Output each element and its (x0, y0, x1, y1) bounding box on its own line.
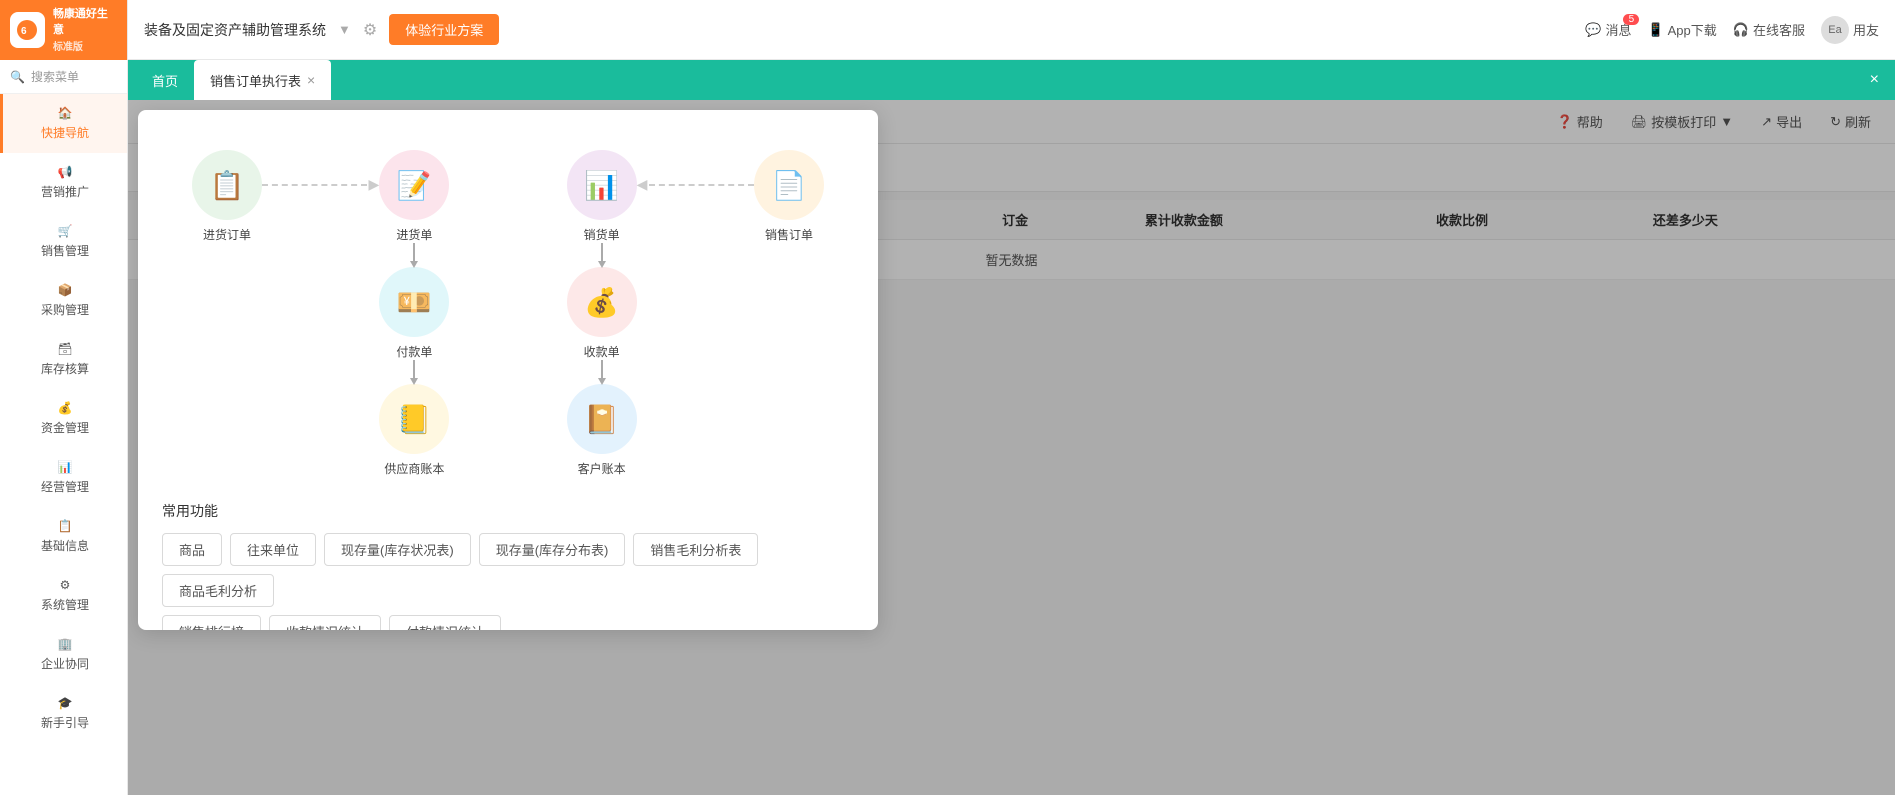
sidebar-item-sales[interactable]: 🛒 销售管理 (0, 212, 127, 271)
func-btn-goods-margin[interactable]: 商品毛利分析 (162, 574, 274, 607)
newbie-icon: 🎓 (58, 696, 73, 710)
svg-text:6: 6 (21, 26, 27, 37)
func-btn-payment-stats[interactable]: 付款情况统计 (389, 615, 501, 630)
operations-icon: 📊 (58, 460, 73, 474)
content-area: ❓ 帮助 🖨 按模板打印 ▼ ↗ 导出 ↻ 刷新 📅 单据状态 ▼ (128, 100, 1895, 795)
app-download-action[interactable]: 📱 App下载 (1647, 20, 1716, 39)
topbar: 装备及固定资产辅助管理系统 ▼ ⚙ 体验行业方案 💬 消息 5 📱 App下载 … (128, 0, 1895, 60)
flow-node-receipt[interactable]: 💰 收款单 (567, 267, 637, 360)
system-title: 装备及固定资产辅助管理系统 (144, 20, 326, 40)
sale-order-circle[interactable]: 📄 (754, 150, 824, 220)
inventory-icon: 🗃 (57, 342, 72, 356)
phone-icon: 📱 (1647, 22, 1663, 38)
sidebar-item-inventory[interactable]: 🗃 库存核算 (0, 330, 127, 389)
avatar: Ea (1821, 16, 1849, 44)
func-btn-receipt-stats[interactable]: 收款情况统计 (269, 615, 381, 630)
func-btn-counterpart[interactable]: 往来单位 (230, 533, 316, 566)
common-functions-section: 常用功能 商品 往来单位 现存量(库存状况表) 现存量(库存分布表) 销售毛利分… (162, 501, 854, 630)
message-badge: 5 (1623, 14, 1639, 25)
purchase-order-label: 进货订单 (203, 226, 251, 243)
home-icon: 🏠 (58, 106, 73, 120)
customer-ledger-label: 客户账本 (578, 460, 626, 477)
topbar-actions: 💬 消息 5 📱 App下载 🎧 在线客服 Ea 用友 (1585, 16, 1879, 44)
tab-sales-execution[interactable]: 销售订单执行表 × (194, 60, 331, 100)
message-icon: 💬 (1585, 22, 1601, 38)
marketing-icon: 📢 (58, 165, 73, 179)
flow-node-sale-order[interactable]: 📄 销售订单 (754, 150, 824, 243)
purchase-icon: 📦 (58, 283, 73, 297)
purchase-order-circle[interactable]: 📋 (192, 150, 262, 220)
func-btn-inventory-distribution[interactable]: 现存量(库存分布表) (479, 533, 626, 566)
overlay-backdrop[interactable]: 📋 进货订单 ▶ 📝 (128, 100, 1895, 795)
sidebar-item-newbie[interactable]: 🎓 新手引导 (0, 684, 127, 743)
search-icon: 🔍 (10, 70, 25, 84)
sidebar-item-operations[interactable]: 📊 经营管理 (0, 448, 127, 507)
func-buttons-row1: 商品 往来单位 现存量(库存状况表) 现存量(库存分布表) 销售毛利分析表 商品… (162, 533, 854, 607)
sidebar-nav: 🏠 快捷导航 📢 营销推广 🛒 销售管理 📦 采购管理 🗃 库存核算 💰 资金管… (0, 94, 127, 795)
supplier-ledger-label: 供应商账本 (384, 460, 444, 477)
tab-close-icon[interactable]: × (307, 72, 315, 88)
flow-node-purchase-order[interactable]: 📋 进货订单 (192, 150, 262, 243)
quick-guide-panel: 📋 进货订单 ▶ 📝 (138, 110, 878, 630)
dropdown-icon[interactable]: ▼ (338, 22, 351, 37)
user-action[interactable]: Ea 用友 (1821, 16, 1879, 44)
receipt-label: 收款单 (584, 343, 620, 360)
flow-node-payment[interactable]: 💴 付款单 (379, 267, 449, 360)
func-buttons-row2: 销售排行榜 收款情况统计 付款情况统计 (162, 615, 854, 630)
payment-circle[interactable]: 💴 (379, 267, 449, 337)
logo-sub: 标准版 (53, 38, 117, 53)
finance-icon: 💰 (58, 401, 73, 415)
sidebar-item-basic-info[interactable]: 📋 基础信息 (0, 507, 127, 566)
logo-text: 畅康通好生意 (53, 7, 117, 38)
sidebar-item-system[interactable]: ⚙ 系统管理 (0, 566, 127, 625)
sidebar-logo: 6 畅康通好生意 标准版 (0, 0, 127, 60)
flow-node-supplier-ledger[interactable]: 📒 供应商账本 (379, 384, 449, 477)
flow-diagram: 📋 进货订单 ▶ 📝 (162, 134, 854, 485)
sidebar-item-quick-guide[interactable]: 🏠 快捷导航 (0, 94, 127, 153)
receipt-circle[interactable]: 💰 (567, 267, 637, 337)
func-btn-sales-analysis[interactable]: 销售毛利分析表 (633, 533, 758, 566)
tab-home[interactable]: 首页 (136, 60, 194, 100)
system-icon: ⚙ (60, 578, 71, 592)
func-btn-goods[interactable]: 商品 (162, 533, 222, 566)
supplier-ledger-circle[interactable]: 📒 (379, 384, 449, 454)
payment-label: 付款单 (396, 343, 432, 360)
sale-order-label: 销售订单 (765, 226, 813, 243)
main-area: 装备及固定资产辅助管理系统 ▼ ⚙ 体验行业方案 💬 消息 5 📱 App下载 … (128, 0, 1895, 795)
basic-info-icon: 📋 (58, 519, 73, 533)
tabs-bar: 首页 销售订单执行表 × × (128, 60, 1895, 100)
sale-bill-label: 销货单 (584, 226, 620, 243)
sale-bill-circle[interactable]: 📊 (567, 150, 637, 220)
enterprise-icon: 🏢 (58, 637, 73, 651)
sidebar-item-finance[interactable]: 💰 资金管理 (0, 389, 127, 448)
close-all-tabs-button[interactable]: × (1862, 71, 1887, 89)
sidebar-item-enterprise[interactable]: 🏢 企业协同 (0, 625, 127, 684)
func-btn-inventory-status[interactable]: 现存量(库存状况表) (324, 533, 471, 566)
flow-node-sale-bill[interactable]: 📊 销货单 (567, 150, 637, 243)
sales-icon: 🛒 (58, 224, 73, 238)
purchase-bill-circle[interactable]: 📝 (379, 150, 449, 220)
settings-icon[interactable]: ⚙ (363, 20, 377, 40)
func-btn-sales-rank[interactable]: 销售排行榜 (162, 615, 261, 630)
customer-ledger-circle[interactable]: 📔 (567, 384, 637, 454)
message-action[interactable]: 💬 消息 5 (1585, 20, 1631, 39)
sidebar-item-marketing[interactable]: 📢 营销推广 (0, 153, 127, 212)
service-icon: 🎧 (1733, 22, 1749, 38)
logo-icon: 6 (10, 12, 45, 48)
trial-button[interactable]: 体验行业方案 (389, 14, 499, 45)
purchase-bill-label: 进货单 (396, 226, 432, 243)
online-service-action[interactable]: 🎧 在线客服 (1733, 20, 1805, 39)
common-functions-title: 常用功能 (162, 501, 854, 521)
flow-node-purchase-bill[interactable]: 📝 进货单 (379, 150, 449, 243)
sidebar-item-purchase[interactable]: 📦 采购管理 (0, 271, 127, 330)
sidebar: 6 畅康通好生意 标准版 🔍 搜索菜单 🏠 快捷导航 📢 营销推广 🛒 销售管理… (0, 0, 128, 795)
search-menu[interactable]: 🔍 搜索菜单 (0, 60, 127, 94)
flow-node-customer-ledger[interactable]: 📔 客户账本 (567, 384, 637, 477)
